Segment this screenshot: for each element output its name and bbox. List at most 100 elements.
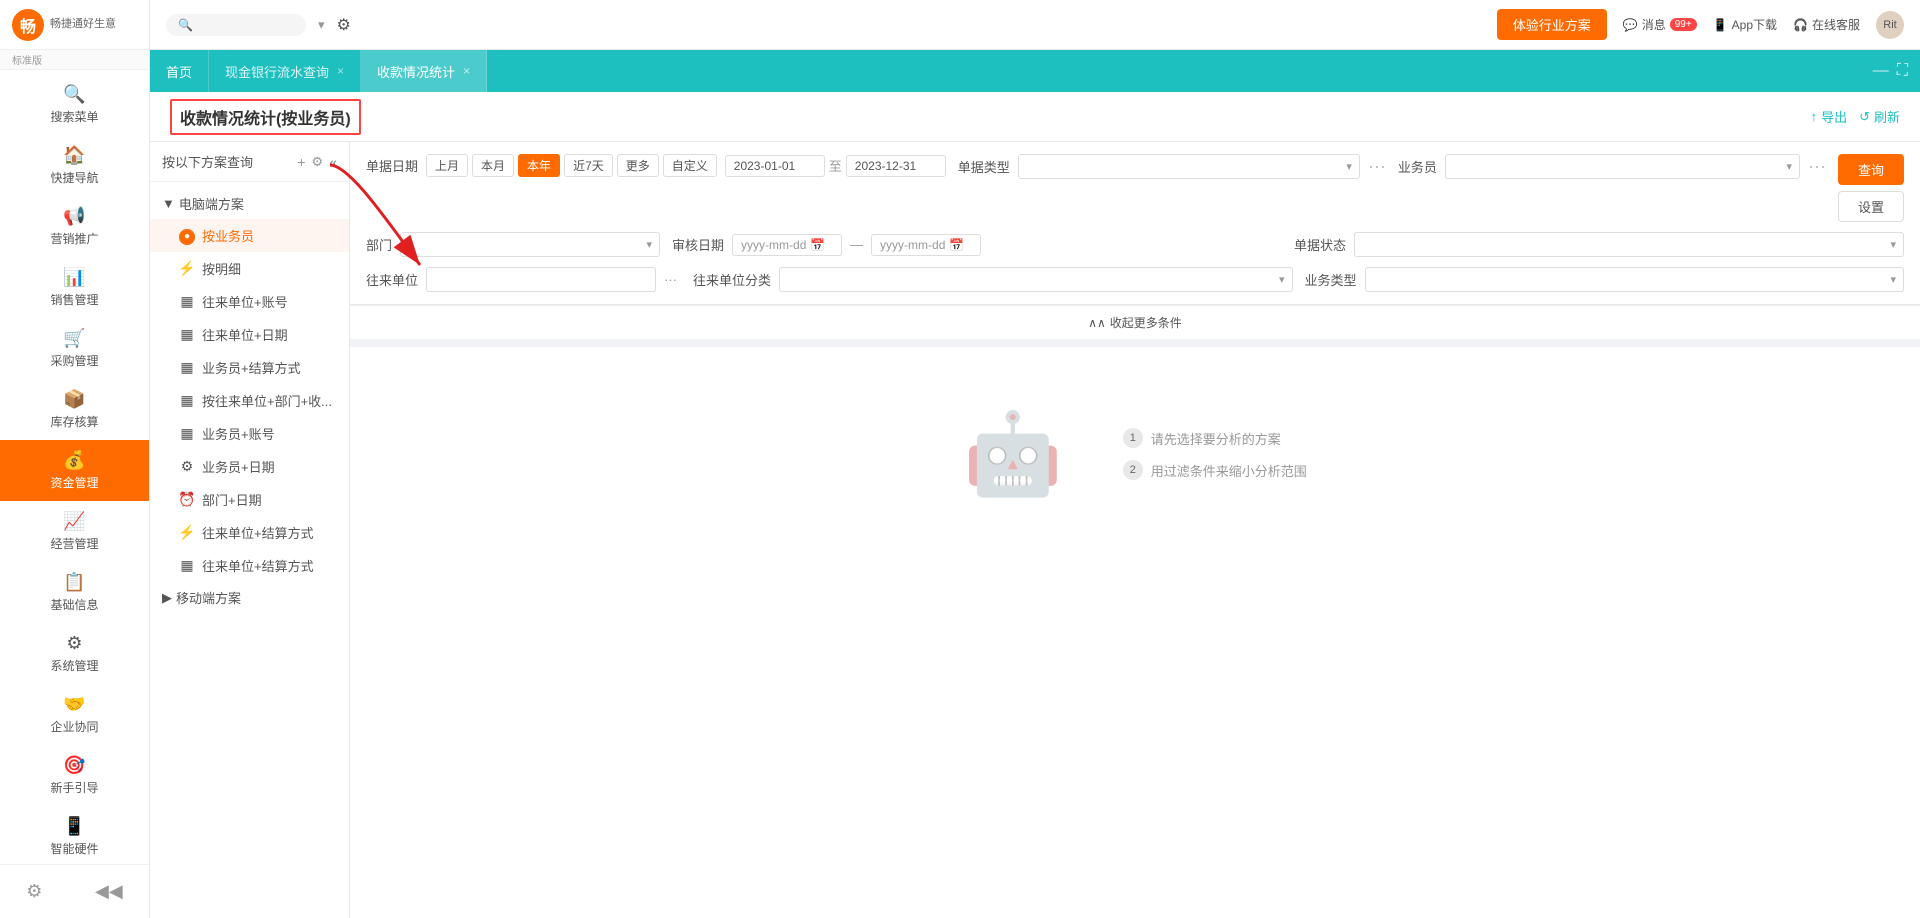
- tab-maximize-icon[interactable]: ⛶: [1897, 62, 1908, 80]
- scheme-group-desktop: ▼ 电脑端方案 ● 按业务员 ⚡ 按明细: [150, 188, 349, 582]
- sidebar-label-smarthw: 智能硬件: [50, 840, 98, 857]
- sidebar-item-basic-info[interactable]: 📋 基础信息: [0, 562, 149, 623]
- voucher-status-select[interactable]: [1354, 232, 1904, 257]
- date-btn-custom[interactable]: 自定义: [663, 154, 717, 177]
- online-service-action[interactable]: 🎧 在线客服: [1793, 16, 1860, 33]
- staff-date-icon: ⚙: [178, 458, 196, 475]
- add-scheme-icon[interactable]: +: [297, 154, 305, 170]
- tab-bank[interactable]: 现金银行流水查询 ×: [209, 50, 361, 92]
- scheme-item-partner-account[interactable]: ▦ 往来单位+账号: [150, 285, 349, 318]
- sales-icon: 📊: [63, 267, 85, 288]
- audit-date-from-text: yyyy-mm-dd: [741, 238, 806, 252]
- sidebar-item-purchase[interactable]: 🛒 采购管理: [0, 318, 149, 379]
- scheme-item-partner-date[interactable]: ▦ 往来单位+日期: [150, 318, 349, 351]
- page-header: 收款情况统计(按业务员) ↑ 导出 ↺ 刷新: [150, 92, 1920, 142]
- staff-select[interactable]: [1445, 154, 1800, 179]
- scheme-item-partner-settle2[interactable]: ▦ 往来单位+结算方式: [150, 549, 349, 582]
- dropdown-icon[interactable]: ▾: [318, 17, 325, 33]
- scheme-item-partner-dept[interactable]: ▦ 按往来单位+部门+收...: [150, 384, 349, 417]
- sidebar-label-marketing: 营销推广: [50, 230, 98, 247]
- logo-text: 畅捷通好生意: [50, 17, 116, 31]
- tab-bar-actions: — ⛶: [1861, 62, 1920, 80]
- scheme-item-by-detail[interactable]: ⚡ 按明细: [150, 252, 349, 285]
- sidebar-item-cooperation[interactable]: 🤝 企业协同: [0, 684, 149, 745]
- date-btn-more[interactable]: 更多: [617, 154, 659, 177]
- empty-steps: 1 请先选择要分析的方案 2 用过滤条件来缩小分析范围: [1123, 428, 1307, 480]
- tab-minimize-icon[interactable]: —: [1873, 62, 1889, 80]
- scheme-item-by-staff[interactable]: ● 按业务员: [150, 219, 349, 252]
- partner-category-select[interactable]: [779, 267, 1292, 292]
- sidebar-item-smart-hw[interactable]: 📱 智能硬件: [0, 806, 149, 864]
- sidebar: 畅 畅捷通好生意 标准版 🔍 搜索菜单 🏠 快捷导航 📢 营销推广 📊 销售管: [0, 0, 150, 918]
- settings-button[interactable]: 设置: [1838, 191, 1904, 222]
- tab-collection[interactable]: 收款情况统计 ×: [361, 50, 487, 92]
- scheme-item-dept-date[interactable]: ⏰ 部门+日期: [150, 483, 349, 516]
- date-from-input[interactable]: [725, 155, 825, 177]
- scheme-item-staff-account[interactable]: ▦ 业务员+账号: [150, 417, 349, 450]
- messages-action[interactable]: 💬 消息 99+: [1623, 16, 1697, 33]
- partner-settle1-label: 往来单位+结算方式: [202, 523, 314, 542]
- sidebar-item-marketing[interactable]: 📢 营销推广: [0, 196, 149, 257]
- date-btn-last-month[interactable]: 上月: [426, 154, 468, 177]
- sidebar-item-quick-nav[interactable]: 🏠 快捷导航: [0, 135, 149, 196]
- scheme-group-mobile-label: 移动端方案: [176, 588, 241, 607]
- partner-input[interactable]: [426, 267, 656, 292]
- audit-date-to-input[interactable]: yyyy-mm-dd 📅: [871, 234, 981, 256]
- refresh-label: 刷新: [1874, 107, 1900, 126]
- business-type-select[interactable]: [1365, 267, 1904, 292]
- sidebar-item-operations[interactable]: 📈 经营管理: [0, 501, 149, 562]
- app-download-action[interactable]: 📱 App下载: [1713, 16, 1777, 33]
- page-title: 收款情况统计(按业务员): [170, 99, 361, 135]
- collapse-bar[interactable]: ∧∧ 收起更多条件: [350, 305, 1920, 339]
- date-btn-this-year[interactable]: 本年: [518, 154, 560, 177]
- scheme-group-desktop-header[interactable]: ▼ 电脑端方案: [150, 188, 349, 219]
- scheme-item-staff-settlement[interactable]: ▦ 业务员+结算方式: [150, 351, 349, 384]
- scheme-group-mobile-header[interactable]: ▶ 移动端方案: [150, 582, 349, 613]
- scheme-item-partner-settle1[interactable]: ⚡ 往来单位+结算方式: [150, 516, 349, 549]
- collapse-panel-icon[interactable]: «: [329, 154, 337, 170]
- empty-area: 🤖 1 请先选择要分析的方案 2 用过滤条件来缩小分析范围: [350, 347, 1920, 918]
- smart-hw-icon: 📱: [63, 816, 85, 837]
- export-button[interactable]: ↑ 导出: [1811, 107, 1848, 126]
- sidebar-label-coop: 企业协同: [50, 718, 98, 735]
- user-avatar[interactable]: Rit: [1876, 11, 1904, 39]
- date-to-input[interactable]: [846, 155, 946, 177]
- cooperation-icon: 🤝: [63, 694, 85, 715]
- date-btn-7days[interactable]: 近7天: [564, 154, 613, 177]
- sidebar-collapse-icon[interactable]: ◀◀: [89, 875, 129, 908]
- edition-label: 标准版: [0, 50, 149, 70]
- partner-date-label: 往来单位+日期: [202, 325, 288, 344]
- scheme-settings-icon[interactable]: ⚙: [312, 154, 324, 170]
- search-box[interactable]: 🔍: [166, 14, 306, 36]
- tab-home[interactable]: 首页: [150, 50, 209, 92]
- sidebar-settings-icon[interactable]: ⚙: [20, 875, 48, 908]
- partner-more-dots[interactable]: ···: [660, 272, 681, 287]
- tab-collection-label: 收款情况统计: [377, 62, 455, 81]
- finance-icon: 💰: [63, 450, 85, 471]
- sidebar-label-sales: 销售管理: [50, 291, 98, 308]
- empty-step-1: 1 请先选择要分析的方案: [1123, 428, 1307, 448]
- sidebar-item-finance[interactable]: 💰 资金管理: [0, 440, 149, 501]
- trial-button[interactable]: 体验行业方案: [1497, 9, 1607, 40]
- sidebar-item-system[interactable]: ⚙ 系统管理: [0, 623, 149, 684]
- sidebar-item-sales[interactable]: 📊 销售管理: [0, 257, 149, 318]
- dept-select[interactable]: [400, 232, 660, 257]
- collapse-bar-label: 收起更多条件: [1110, 314, 1182, 331]
- search-menu-icon: 🔍: [63, 84, 85, 105]
- staff-more-icon[interactable]: ···: [1808, 156, 1826, 177]
- query-button[interactable]: 查询: [1838, 154, 1904, 185]
- refresh-button[interactable]: ↺ 刷新: [1859, 107, 1900, 126]
- audit-date-from-input[interactable]: yyyy-mm-dd 📅: [732, 234, 842, 256]
- date-btn-this-month[interactable]: 本月: [472, 154, 514, 177]
- sidebar-item-inventory[interactable]: 📦 库存核算: [0, 379, 149, 440]
- topbar-settings-icon[interactable]: ⚙: [337, 15, 351, 35]
- tab-collection-close-icon[interactable]: ×: [463, 64, 470, 78]
- sidebar-item-search-menu[interactable]: 🔍 搜索菜单: [0, 74, 149, 135]
- sidebar-item-guide[interactable]: 🎯 新手引导: [0, 745, 149, 806]
- voucher-type-select[interactable]: [1018, 154, 1360, 179]
- voucher-type-more-icon[interactable]: ···: [1368, 156, 1386, 177]
- scheme-item-staff-date[interactable]: ⚙ 业务员+日期: [150, 450, 349, 483]
- export-label: 导出: [1821, 107, 1847, 126]
- tab-bank-close-icon[interactable]: ×: [337, 64, 344, 78]
- top-bar: 🔍 ▾ ⚙ 体验行业方案 💬 消息 99+ 📱 App下载: [150, 0, 1920, 50]
